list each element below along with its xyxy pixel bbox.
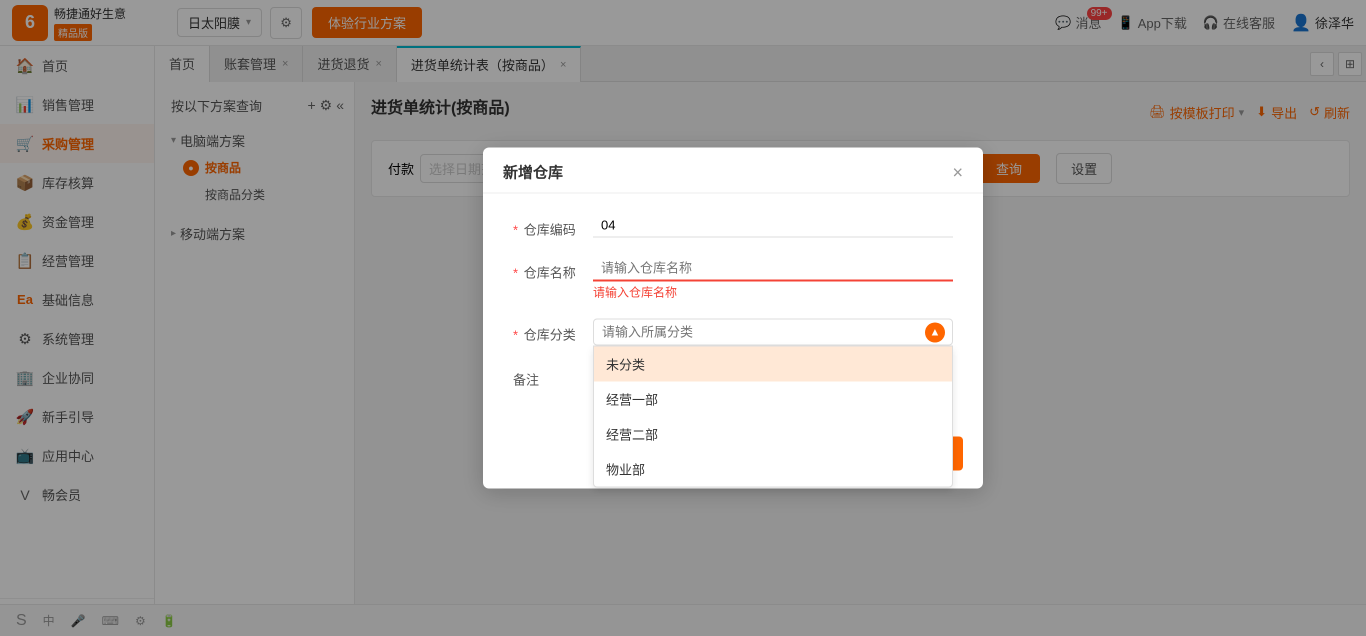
- new-warehouse-modal: 新增仓库 × * 仓库编码 * 仓库名称 请输入仓库名称: [483, 148, 983, 489]
- warehouse-category-label: * 仓库分类: [513, 319, 593, 344]
- modal-header: 新增仓库 ×: [483, 148, 983, 194]
- dropdown-item-0[interactable]: 未分类: [594, 347, 952, 382]
- category-input-wrap: ▲ 未分类 经营一部 经营二部 物业部: [593, 319, 953, 346]
- warehouse-category-row: * 仓库分类 ▲ 未分类 经营一部 经营二部 物业部: [513, 319, 953, 346]
- warehouse-code-row: * 仓库编码: [513, 214, 953, 239]
- warehouse-name-row: * 仓库名称 请输入仓库名称: [513, 257, 953, 301]
- warehouse-name-input[interactable]: [593, 257, 953, 282]
- warehouse-code-label: * 仓库编码: [513, 214, 593, 239]
- dropdown-item-3[interactable]: 物业部: [594, 452, 952, 487]
- dropdown-item-2[interactable]: 经营二部: [594, 417, 952, 452]
- category-input[interactable]: [593, 319, 953, 346]
- modal-close-button[interactable]: ×: [952, 163, 963, 181]
- warehouse-note-label: 备注: [513, 364, 593, 389]
- warehouse-name-label: * 仓库名称: [513, 257, 593, 282]
- dropdown-item-1[interactable]: 经营一部: [594, 382, 952, 417]
- name-error-tip: 请输入仓库名称: [593, 286, 677, 300]
- category-arrow-icon[interactable]: ▲: [925, 322, 945, 342]
- category-dropdown: 未分类 经营一部 经营二部 物业部: [593, 346, 953, 488]
- modal-title: 新增仓库: [503, 162, 563, 183]
- modal-body: * 仓库编码 * 仓库名称 请输入仓库名称 * 仓库分类: [483, 194, 983, 427]
- warehouse-code-input[interactable]: [593, 214, 953, 238]
